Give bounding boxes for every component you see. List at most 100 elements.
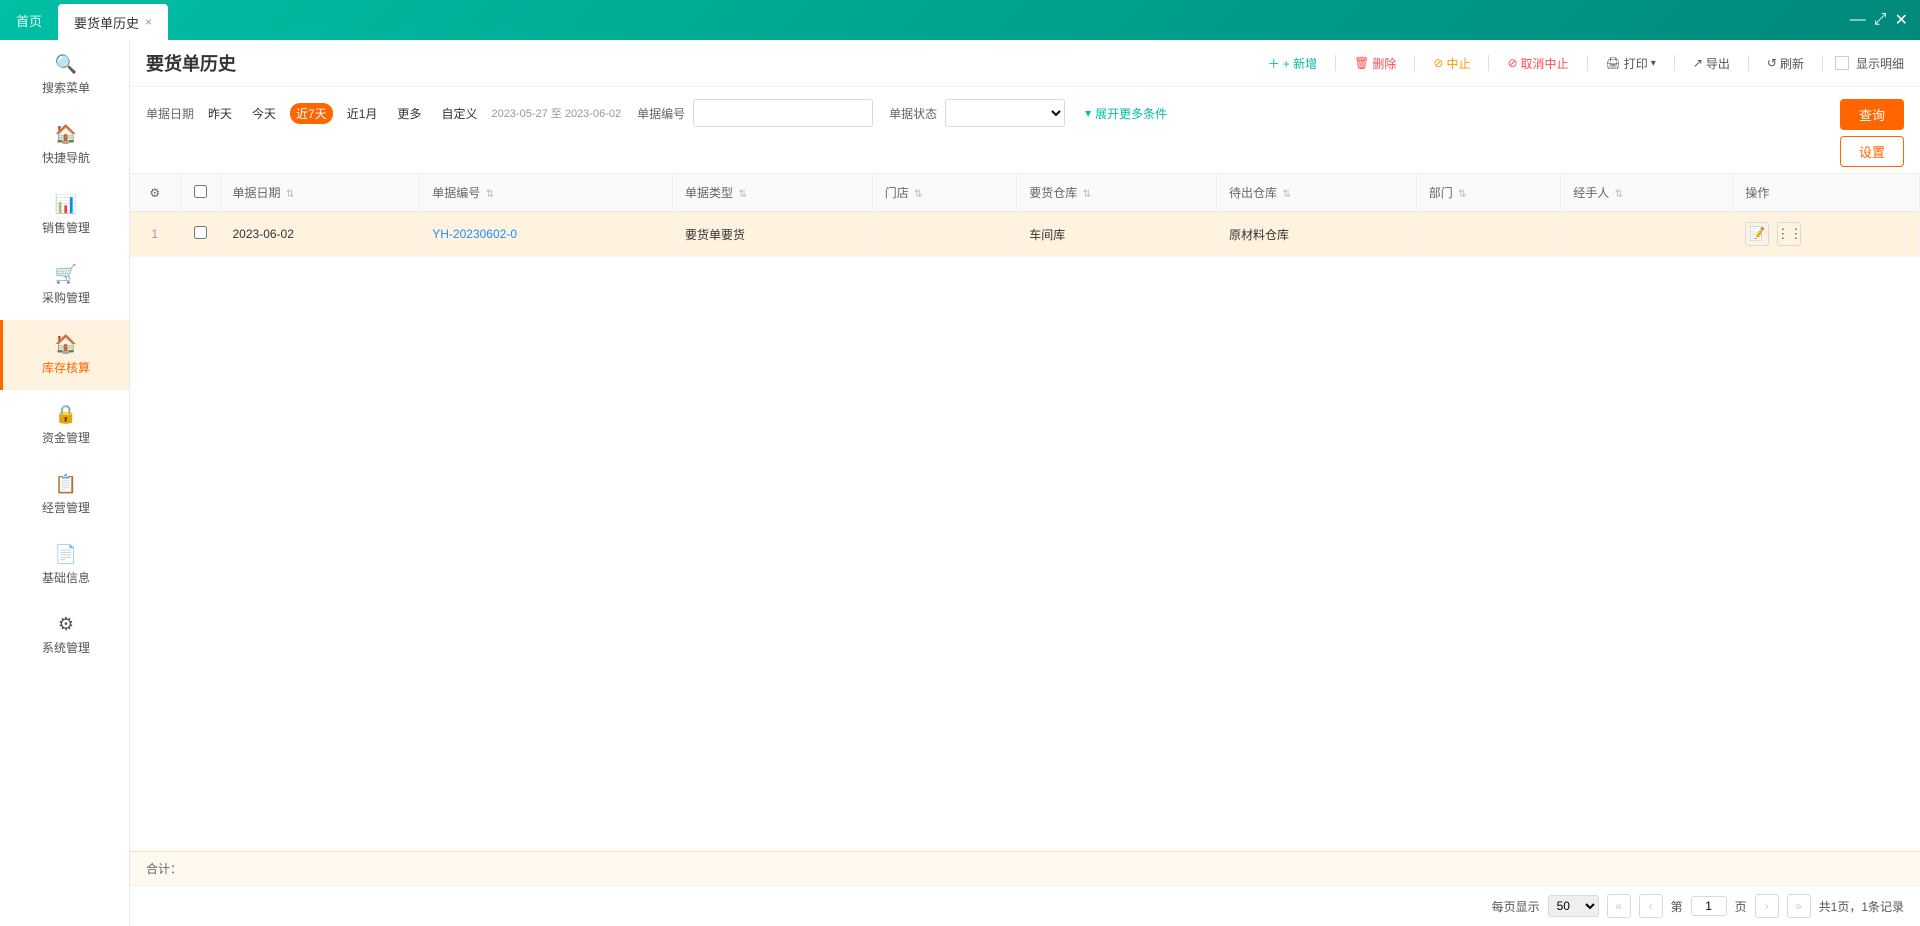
delete-icon: 🗑 bbox=[1354, 56, 1369, 70]
print-button[interactable]: 🖨 打印 ▾ bbox=[1600, 51, 1662, 76]
display-detail-button[interactable]: 显示明细 bbox=[1835, 55, 1904, 72]
sidebar-item-search-menu-label: 搜索菜单 bbox=[42, 79, 90, 96]
select-all-checkbox[interactable] bbox=[194, 185, 207, 198]
sidebar-item-quick-nav[interactable]: 🏠 快捷导航 bbox=[0, 110, 129, 180]
doc-number-filter-group: 单据编号 bbox=[637, 99, 873, 127]
prev-page-button[interactable]: ‹ bbox=[1639, 894, 1663, 918]
col-store: 门店 ⇅ bbox=[872, 174, 1017, 212]
export-button[interactable]: ↗ 导出 bbox=[1687, 51, 1736, 76]
sort-req-warehouse-icon[interactable]: ⇅ bbox=[1083, 189, 1091, 200]
sidebar-item-inventory-label: 库存核算 bbox=[42, 359, 90, 376]
query-button[interactable]: 查询 bbox=[1840, 99, 1904, 130]
page-number-input[interactable] bbox=[1691, 896, 1727, 916]
window-close-icon[interactable]: ✕ bbox=[1895, 10, 1908, 30]
doc-number-link[interactable]: YH-20230602-0 bbox=[432, 227, 517, 241]
sidebar-item-finance[interactable]: 🔒 资金管理 bbox=[0, 390, 129, 460]
date-tag-custom[interactable]: 自定义 bbox=[435, 103, 483, 124]
inventory-icon: 🏠 bbox=[55, 334, 77, 355]
row-req-warehouse: 车间库 bbox=[1017, 212, 1217, 257]
expand-more-button[interactable]: ▾ 展开更多条件 bbox=[1081, 99, 1171, 127]
top-bar: 首页 要货单历史 × — ⤢ ✕ bbox=[0, 0, 1920, 40]
tab-requisition-history[interactable]: 要货单历史 × bbox=[58, 4, 168, 40]
sort-doc-number-icon[interactable]: ⇅ bbox=[486, 189, 494, 200]
tab-close-icon[interactable]: × bbox=[145, 15, 152, 29]
filter-main-row: 单据日期 昨天 今天 近7天 近1月 更多 自定义 2023-05-27 至 2… bbox=[146, 99, 1904, 167]
last-page-button[interactable]: » bbox=[1787, 894, 1811, 918]
page-size-select[interactable]: 10 20 50 100 bbox=[1548, 895, 1599, 917]
table-header-row: ⚙ 单据日期 ⇅ 单据编号 ⇅ 单据类型 bbox=[130, 174, 1920, 212]
doc-status-select[interactable] bbox=[945, 99, 1065, 127]
print-dropdown-icon: ▾ bbox=[1651, 58, 1656, 69]
footer-label: 合计： bbox=[146, 862, 182, 876]
page-title: 要货单历史 bbox=[146, 50, 236, 76]
sidebar-item-basic-info[interactable]: 📄 基础信息 bbox=[0, 530, 129, 600]
sidebar-item-operation-label: 经营管理 bbox=[42, 499, 90, 516]
tab-home[interactable]: 首页 bbox=[0, 0, 58, 40]
sidebar-item-operation[interactable]: 📋 经营管理 bbox=[0, 460, 129, 530]
sort-pending-warehouse-icon[interactable]: ⇅ bbox=[1282, 189, 1290, 200]
row-more-icon[interactable]: ⋮⋮ bbox=[1777, 222, 1801, 246]
sidebar-item-inventory[interactable]: 🏠 库存核算 bbox=[0, 320, 129, 390]
date-range-display: 2023-05-27 至 2023-06-02 bbox=[491, 105, 621, 121]
export-icon: ↗ bbox=[1693, 56, 1703, 70]
cancel-stop-button[interactable]: ⊘ 取消中止 bbox=[1501, 51, 1574, 76]
chevron-down-icon: ▾ bbox=[1085, 106, 1091, 120]
new-icon: ＋ bbox=[1268, 55, 1280, 72]
sidebar-item-system[interactable]: ⚙ 系统管理 bbox=[0, 600, 129, 670]
col-settings[interactable]: ⚙ bbox=[130, 174, 180, 212]
table-footer: 合计： bbox=[130, 851, 1920, 885]
date-tag-1month[interactable]: 近1月 bbox=[341, 103, 384, 124]
window-resize-icon[interactable]: ⤢ bbox=[1874, 11, 1887, 29]
divider-7 bbox=[1822, 55, 1823, 71]
cancel-stop-label: 取消中止 bbox=[1521, 55, 1569, 72]
sidebar-item-sales[interactable]: 📊 销售管理 bbox=[0, 180, 129, 250]
display-detail-checkbox[interactable] bbox=[1835, 56, 1849, 70]
doc-number-input[interactable] bbox=[693, 99, 873, 127]
date-tag-today[interactable]: 今天 bbox=[246, 103, 282, 124]
row-edit-icon[interactable]: 📝 bbox=[1745, 222, 1769, 246]
sidebar-item-search-menu[interactable]: 🔍 搜索菜单 bbox=[0, 40, 129, 110]
col-handler: 经手人 ⇅ bbox=[1561, 174, 1733, 212]
window-controls: — ⤢ ✕ bbox=[1850, 10, 1920, 30]
finance-icon: 🔒 bbox=[55, 404, 77, 425]
sort-department-icon[interactable]: ⇅ bbox=[1458, 189, 1466, 200]
window-minimize-icon[interactable]: — bbox=[1850, 11, 1866, 29]
first-page-button[interactable]: « bbox=[1607, 894, 1631, 918]
sort-doc-date-icon[interactable]: ⇅ bbox=[286, 189, 294, 200]
divider-1 bbox=[1335, 55, 1336, 71]
col-department: 部门 ⇅ bbox=[1416, 174, 1561, 212]
print-label: 打印 bbox=[1624, 55, 1648, 72]
filter-fields: 单据日期 昨天 今天 近7天 近1月 更多 自定义 2023-05-27 至 2… bbox=[146, 99, 1824, 127]
row-select-checkbox[interactable] bbox=[194, 226, 207, 239]
refresh-button[interactable]: ↺ 刷新 bbox=[1761, 51, 1810, 76]
row-checkbox bbox=[180, 212, 220, 257]
date-filter-options: 昨天 今天 近7天 近1月 更多 自定义 bbox=[202, 103, 483, 124]
expand-more-label: 展开更多条件 bbox=[1095, 105, 1167, 122]
date-tag-7days[interactable]: 近7天 bbox=[290, 103, 333, 124]
col-doc-number: 单据编号 ⇅ bbox=[420, 174, 673, 212]
stop-label: 中止 bbox=[1446, 55, 1470, 72]
divider-3 bbox=[1488, 55, 1489, 71]
next-page-button[interactable]: › bbox=[1755, 894, 1779, 918]
col-doc-type: 单据类型 ⇅ bbox=[672, 174, 872, 212]
stop-button[interactable]: ⊘ 中止 bbox=[1427, 51, 1476, 76]
sort-handler-icon[interactable]: ⇅ bbox=[1615, 189, 1623, 200]
doc-status-filter-group: 单据状态 bbox=[889, 99, 1065, 127]
page-size-label: 每页显示 bbox=[1492, 898, 1540, 915]
refresh-label: 刷新 bbox=[1780, 55, 1804, 72]
delete-button[interactable]: 🗑 删除 bbox=[1348, 51, 1402, 76]
table-container: ⚙ 单据日期 ⇅ 单据编号 ⇅ 单据类型 bbox=[130, 174, 1920, 851]
col-req-warehouse: 要货仓库 ⇅ bbox=[1017, 174, 1217, 212]
col-doc-date: 单据日期 ⇅ bbox=[220, 174, 420, 212]
date-tag-more[interactable]: 更多 bbox=[391, 103, 427, 124]
sort-store-icon[interactable]: ⇅ bbox=[914, 189, 922, 200]
sidebar-item-quick-nav-label: 快捷导航 bbox=[42, 149, 90, 166]
tab-list: 首页 要货单历史 × bbox=[0, 0, 1850, 40]
date-tag-yesterday[interactable]: 昨天 bbox=[202, 103, 238, 124]
row-actions: 📝 ⋮⋮ bbox=[1733, 212, 1920, 257]
purchase-icon: 🛒 bbox=[55, 264, 77, 285]
settings-button[interactable]: 设置 bbox=[1840, 136, 1904, 167]
new-button[interactable]: ＋ + 新增 bbox=[1262, 51, 1323, 76]
sort-doc-type-icon[interactable]: ⇅ bbox=[738, 189, 746, 200]
sidebar-item-purchase[interactable]: 🛒 采购管理 bbox=[0, 250, 129, 320]
